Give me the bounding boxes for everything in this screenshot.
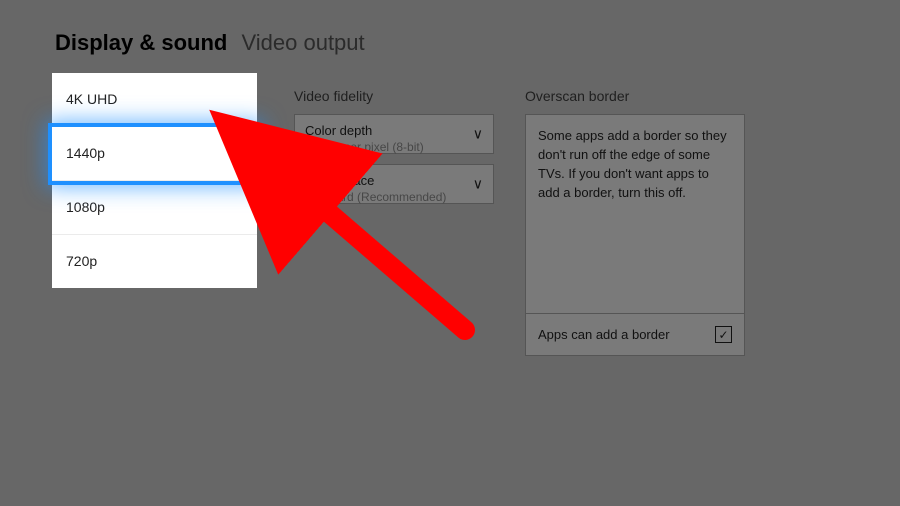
resolution-dropdown-open[interactable]: 4K UHD 1440p 1080p 720p [52, 73, 257, 288]
overscan-title: Overscan border [525, 88, 745, 104]
chevron-down-icon: ∨ [473, 126, 483, 143]
color-depth-label: Color depth [305, 123, 483, 138]
overscan-section: Overscan border Some apps add a border s… [525, 88, 745, 356]
overscan-description: Some apps add a border so they don't run… [538, 128, 727, 200]
page-title: Video output [241, 30, 364, 55]
page-header: Display & sound Video output [55, 30, 365, 56]
color-space-selector[interactable]: Color space Standard (Recommended) ∨ [294, 164, 494, 204]
resolution-option-4k-uhd[interactable]: 4K UHD [52, 73, 257, 127]
chevron-down-icon: ∨ [473, 176, 483, 193]
overscan-toggle[interactable]: Apps can add a border ✓ [525, 314, 745, 356]
resolution-option-1440p[interactable]: 1440p [52, 127, 257, 181]
resolution-option-1080p[interactable]: 1080p [52, 181, 257, 235]
color-space-value: Standard (Recommended) [305, 190, 483, 204]
color-depth-selector[interactable]: Color depth 24 bits per pixel (8-bit) ∨ [294, 114, 494, 154]
section-title: Display & sound [55, 30, 227, 55]
checkmark-icon: ✓ [718, 329, 728, 341]
resolution-option-720p[interactable]: 720p [52, 235, 257, 288]
color-space-label: Color space [305, 173, 483, 188]
video-fidelity-section: Video fidelity Color depth 24 bits per p… [294, 88, 494, 214]
video-fidelity-title: Video fidelity [294, 88, 494, 104]
color-depth-value: 24 bits per pixel (8-bit) [305, 140, 483, 154]
overscan-checkbox[interactable]: ✓ [715, 326, 732, 343]
overscan-toggle-label: Apps can add a border [538, 327, 670, 342]
overscan-description-panel: Some apps add a border so they don't run… [525, 114, 745, 314]
